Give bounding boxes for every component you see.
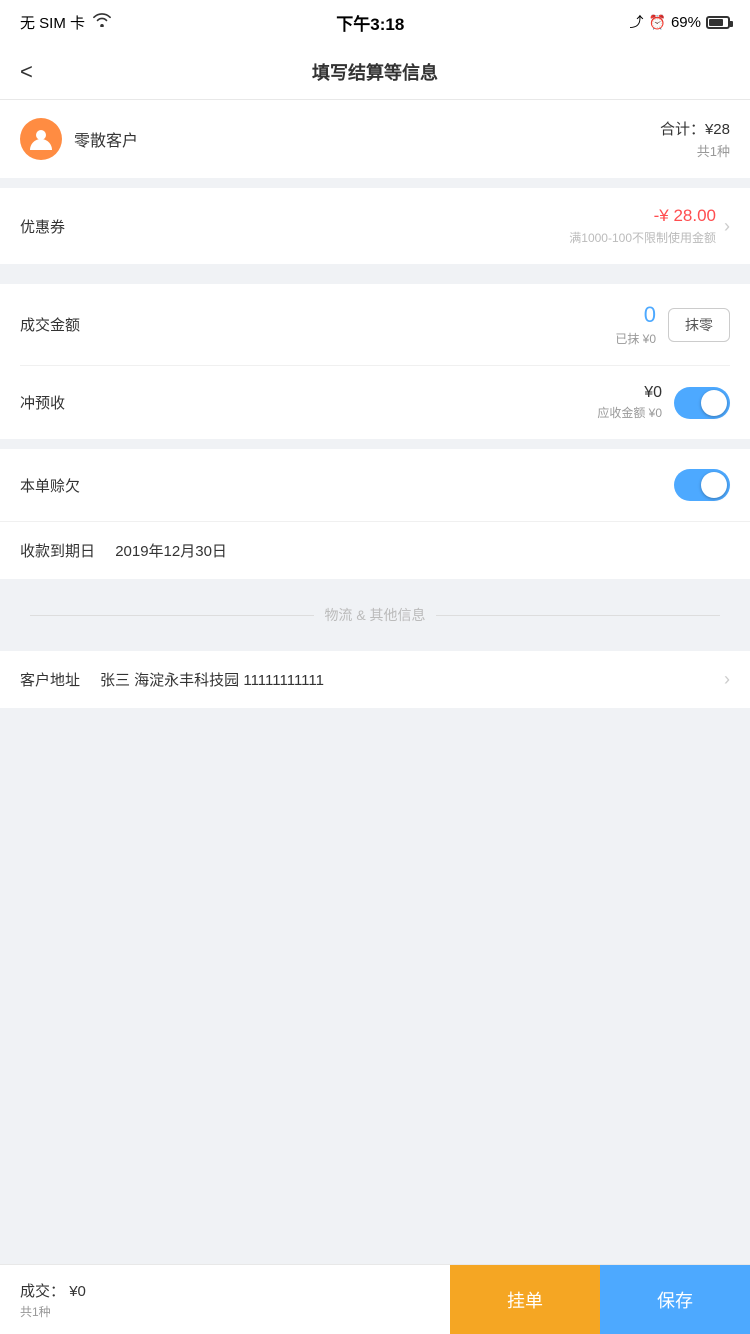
logistics-divider: 物流 & 其他信息 <box>0 605 750 625</box>
address-chevron-icon: › <box>724 669 730 690</box>
chevron-right-icon: › <box>724 216 730 237</box>
prepay-label: 冲预收 <box>20 392 65 413</box>
bottom-info: 成交： ¥0 共1种 <box>0 1265 450 1334</box>
customer-name: 零散客户 <box>74 127 138 151</box>
due-date-label: 收款到期日 <box>20 543 95 560</box>
prepay-right: ¥0 应收金额 ¥0 <box>597 384 730 421</box>
transaction-right: 0 已抹 ¥0 抹零 <box>615 302 730 347</box>
debt-toggle[interactable] <box>674 469 730 501</box>
coupon-right: -¥ 28.00 满1000-100不限制使用金额 › <box>569 206 730 246</box>
customer-row: 零散客户 合计：¥28 共1种 <box>0 100 750 178</box>
prepay-toggle[interactable] <box>674 387 730 419</box>
coupon-label: 优惠券 <box>20 216 65 237</box>
transaction-sub: 已抹 ¥0 <box>615 330 656 347</box>
nav-bar: < 填写结算等信息 <box>0 44 750 100</box>
status-left: 无 SIM 卡 <box>20 12 111 33</box>
transaction-label: 成交金额 <box>20 314 80 335</box>
status-time: 下午3:18 <box>336 10 404 35</box>
divider-line-left <box>30 615 314 616</box>
coupon-row[interactable]: 优惠券 -¥ 28.00 满1000-100不限制使用金额 › <box>0 188 750 264</box>
customer-count: 共1种 <box>660 141 730 160</box>
status-bar: 无 SIM 卡 下午3:18 ⤴ ⏰ 69% <box>0 0 750 44</box>
location-icon: ⤴ <box>630 12 644 32</box>
debt-row: 本单赊欠 <box>20 449 730 521</box>
customer-right: 合计：¥28 共1种 <box>660 118 730 160</box>
address-label: 客户地址 <box>20 669 80 690</box>
transaction-section: 成交金额 0 已抹 ¥0 抹零 冲预收 ¥0 应收金额 ¥0 <box>0 284 750 439</box>
customer-section: 零散客户 合计：¥28 共1种 <box>0 100 750 178</box>
bottom-total-value: ¥0 <box>69 1283 86 1300</box>
battery-percent: 69% <box>671 14 701 31</box>
transaction-amount: 0 <box>615 302 656 328</box>
coupon-value-block: -¥ 28.00 满1000-100不限制使用金额 <box>569 206 716 246</box>
toggle-knob <box>701 390 727 416</box>
coupon-discount: -¥ 28.00 <box>569 206 716 226</box>
bottom-count: 共1种 <box>20 1303 430 1320</box>
bottom-total-label: 成交： <box>20 1283 65 1300</box>
logistics-section: 物流 & 其他信息 <box>0 589 750 641</box>
transaction-row: 成交金额 0 已抹 ¥0 抹零 <box>20 284 730 366</box>
status-right: ⤴ ⏰ 69% <box>630 12 730 32</box>
save-button[interactable]: 保存 <box>600 1265 750 1334</box>
bottom-bar: 成交： ¥0 共1种 挂单 保存 <box>0 1264 750 1334</box>
hang-order-button[interactable]: 挂单 <box>450 1265 600 1334</box>
divider-line-right <box>436 615 720 616</box>
debt-section: 本单赊欠 <box>0 449 750 521</box>
address-value: 张三 海淀永丰科技园 11111111111 <box>100 669 724 690</box>
customer-left: 零散客户 <box>20 118 138 160</box>
customer-avatar <box>20 118 62 160</box>
section-gap-4 <box>0 641 750 651</box>
prepay-amount-block: ¥0 应收金额 ¥0 <box>597 384 662 421</box>
page-title: 填写结算等信息 <box>312 59 438 85</box>
prepay-receivable: 应收金额 ¥0 <box>597 404 662 421</box>
prepay-amount-value: ¥0 <box>597 384 662 402</box>
section-gap-3 <box>0 579 750 589</box>
coupon-section: 优惠券 -¥ 28.00 满1000-100不限制使用金额 › <box>0 188 750 264</box>
debt-label: 本单赊欠 <box>20 475 80 496</box>
section-gap-2 <box>0 439 750 449</box>
due-date-row[interactable]: 收款到期日 2019年12月30日 <box>0 521 750 579</box>
due-date-value: 2019年12月30日 <box>115 543 227 560</box>
battery-icon <box>706 16 730 29</box>
transaction-value-block: 0 已抹 ¥0 <box>615 302 656 347</box>
back-button[interactable]: < <box>20 59 33 85</box>
coupon-desc: 满1000-100不限制使用金额 <box>569 229 716 246</box>
address-row[interactable]: 客户地址 张三 海淀永丰科技园 11111111111 › <box>0 651 750 708</box>
debt-toggle-knob <box>701 472 727 498</box>
carrier-text: 无 SIM 卡 <box>20 12 85 33</box>
bottom-space <box>0 708 750 908</box>
logistics-label: 物流 & 其他信息 <box>324 605 425 625</box>
round-zero-button[interactable]: 抹零 <box>668 308 730 342</box>
alarm-icon: ⏰ <box>649 14 666 31</box>
wifi-icon <box>93 13 111 31</box>
section-gap-1 <box>0 274 750 284</box>
user-icon <box>28 126 54 152</box>
customer-total: 合计：¥28 <box>660 118 730 139</box>
bottom-total: 成交： ¥0 <box>20 1280 430 1301</box>
prepay-row: 冲预收 ¥0 应收金额 ¥0 <box>20 366 730 439</box>
